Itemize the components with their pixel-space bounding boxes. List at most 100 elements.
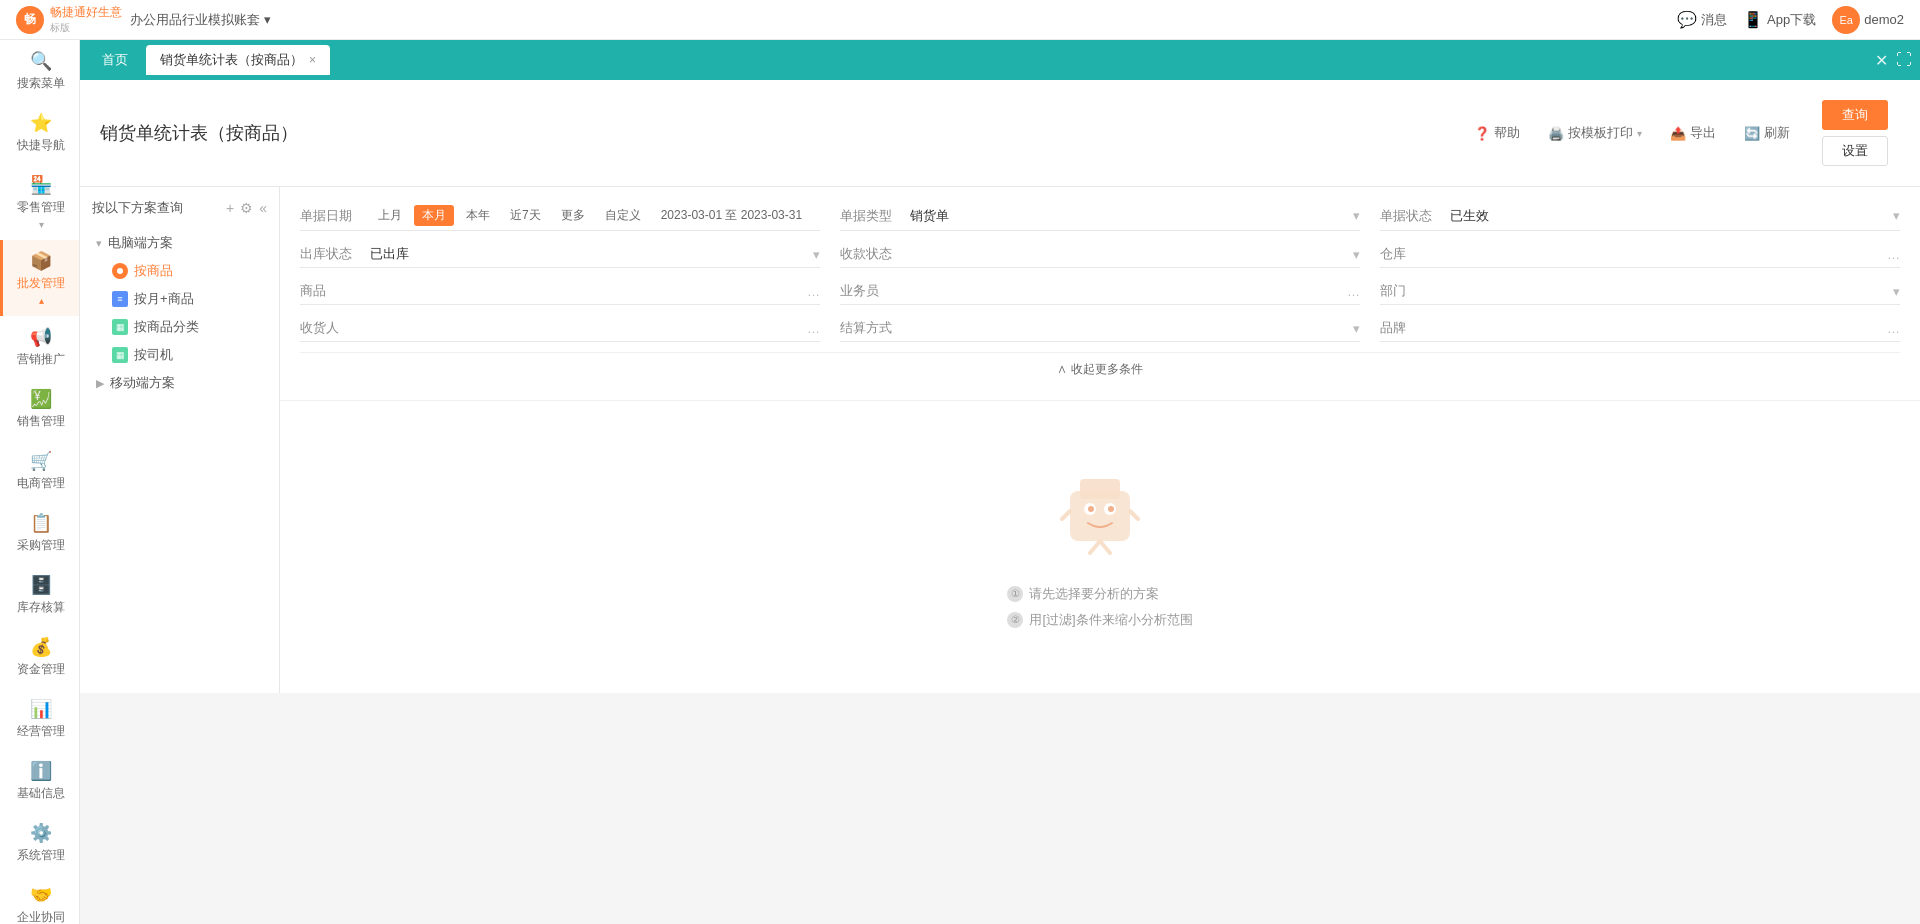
brand-dots: … (1887, 321, 1900, 336)
payment-status-field: 收款状态 ▾ (840, 241, 1360, 268)
payment-status-value[interactable]: ▾ (910, 247, 1360, 262)
page-header: 销货单统计表（按商品） ❓ 帮助 🖨️ 按模板打印 ▾ 📤 导出 (80, 80, 1920, 187)
top-header: 畅 畅捷通好生意 标版 办公用品行业模拟账套 ▾ 💬 消息 📱 App下载 Ea… (0, 0, 1920, 40)
refresh-btn[interactable]: 🔄 刷新 (1736, 120, 1798, 146)
tab-home[interactable]: 首页 (88, 45, 142, 75)
date-tab-more[interactable]: 更多 (553, 205, 593, 226)
header-left: 畅 畅捷通好生意 标版 办公用品行业模拟账套 ▾ (16, 4, 271, 35)
empty-tip-2: ② 用[过滤]条件来缩小分析范围 (1007, 607, 1192, 633)
goods-field: 商品 … (300, 278, 820, 305)
left-panel-header: 按以下方案查询 + ⚙ « (88, 199, 271, 217)
sidebar-item-operations[interactable]: 📊 经营管理 (0, 688, 79, 750)
tip-num-1: ① (1007, 586, 1023, 602)
logo-area: 畅 畅捷通好生意 标版 (16, 4, 122, 35)
svg-line-7 (1100, 541, 1110, 553)
sidebar-item-sales[interactable]: 💹 销售管理 (0, 378, 79, 440)
goods-field-value[interactable]: … (370, 284, 820, 299)
collapse-filters-btn[interactable]: ∧ 收起更多条件 (300, 352, 1900, 386)
message-btn[interactable]: 💬 消息 (1677, 10, 1727, 29)
type-field-value[interactable]: 销货单 ▾ (910, 207, 1360, 225)
maximize-btn[interactable]: ⛶ (1896, 51, 1912, 69)
help-btn[interactable]: ❓ 帮助 (1466, 120, 1528, 146)
brand-field-value[interactable]: … (1450, 321, 1900, 336)
tip-num-2: ② (1007, 612, 1023, 628)
tab-active[interactable]: 销货单统计表（按商品） × (146, 45, 330, 75)
svg-line-6 (1090, 541, 1100, 553)
date-tab-thismonth[interactable]: 本月 (414, 205, 454, 226)
sidebar-item-ecommerce[interactable]: 🛒 电商管理 (0, 440, 79, 502)
payment-method-field: 结算方式 ▾ (840, 315, 1360, 342)
sidebar-item-cooperation[interactable]: 🤝 企业协同 (0, 874, 79, 924)
query-btn-area: 查询 设置 (1810, 92, 1900, 174)
tree-item-by-driver[interactable]: ▦ 按司机 (88, 341, 271, 369)
filter-row-2: 出库状态 已出库 ▾ 收款状态 (300, 241, 1900, 268)
tab-bar-right: ✕ ⛶ (1875, 51, 1912, 70)
tree-pc-section[interactable]: ▾ 电脑端方案 (88, 229, 271, 257)
svg-line-8 (1062, 511, 1070, 519)
dept-field-value[interactable]: ▾ (1450, 284, 1900, 299)
active-item-icon (112, 263, 128, 279)
tree-mobile-section[interactable]: ▶ 移动端方案 (88, 369, 271, 397)
sidebar-item-marketing[interactable]: 📢 营销推广 (0, 316, 79, 378)
tree-item-by-goods[interactable]: 按商品 (88, 257, 271, 285)
tree-item-by-category[interactable]: ▦ 按商品分类 (88, 313, 271, 341)
print-btn[interactable]: 🖨️ 按模板打印 ▾ (1540, 120, 1650, 146)
sidebar-item-finance[interactable]: 💰 资金管理 (0, 626, 79, 688)
warehouse-field-value[interactable]: … (1450, 247, 1900, 262)
sales-icon: 💹 (30, 388, 52, 410)
sidebar-item-quicknav[interactable]: ⭐ 快捷导航 (0, 102, 79, 164)
system-icon: ⚙️ (30, 822, 52, 844)
receiver-dots: … (807, 321, 820, 336)
sidebar-item-basic[interactable]: ℹ️ 基础信息 (0, 750, 79, 812)
main-layout: 🔍 搜索菜单 ⭐ 快捷导航 🏪 零售管理 ▾ 📦 批发管理 ▴ 📢 营销推广 💹… (0, 40, 1920, 924)
sidebar-item-purchase[interactable]: 📋 采购管理 (0, 502, 79, 564)
collapse-panel-btn[interactable]: « (259, 200, 267, 216)
logo-text: 畅捷通好生意 标版 (50, 4, 122, 35)
staff-dots: … (1347, 284, 1360, 299)
sidebar-item-search[interactable]: 🔍 搜索菜单 (0, 40, 79, 102)
sidebar-item-inventory[interactable]: 🗄️ 库存核算 (0, 564, 79, 626)
date-tab-custom[interactable]: 自定义 (597, 205, 649, 226)
search-icon: 🔍 (30, 50, 52, 72)
date-tab-7days[interactable]: 近7天 (502, 205, 549, 226)
tree-item-by-month-goods[interactable]: ≡ 按月+商品 (88, 285, 271, 313)
sidebar-item-retail[interactable]: 🏪 零售管理 ▾ (0, 164, 79, 240)
date-tab-lastmonth[interactable]: 上月 (370, 205, 410, 226)
scheme-settings-btn[interactable]: ⚙ (240, 200, 253, 216)
user-profile[interactable]: Ea demo2 (1832, 6, 1904, 34)
svg-point-5 (1108, 506, 1114, 512)
chevron-right-icon: ▶ (96, 377, 104, 390)
sidebar-item-wholesale[interactable]: 📦 批发管理 ▴ (0, 240, 79, 316)
payment-method-arrow-icon: ▾ (1353, 321, 1360, 336)
user-avatar: Ea (1832, 6, 1860, 34)
date-tabs: 上月 本月 本年 近7天 更多 自定义 (370, 205, 649, 226)
empty-state: ① 请先选择要分析的方案 ② 用[过滤]条件来缩小分析范围 (280, 401, 1920, 693)
staff-field-value[interactable]: … (910, 284, 1360, 299)
payment-arrow-icon: ▾ (1353, 247, 1360, 262)
cooperation-icon: 🤝 (30, 884, 52, 906)
goods-dots: … (807, 284, 820, 299)
svg-point-4 (1088, 506, 1094, 512)
status-field-value[interactable]: 已生效 ▾ (1450, 207, 1900, 225)
filter-row-3: 商品 … 业务员 … (300, 278, 1900, 305)
tab-close-btn[interactable]: × (309, 54, 316, 66)
delivery-field-value[interactable]: 已出库 ▾ (370, 245, 820, 263)
marketing-icon: 📢 (30, 326, 52, 348)
export-btn[interactable]: 📤 导出 (1662, 120, 1724, 146)
receiver-field: 收货人 … (300, 315, 820, 342)
add-scheme-btn[interactable]: + (226, 200, 234, 216)
content-area: 首页 销货单统计表（按商品） × ✕ ⛶ 销货单统计表（按商品） ❓ 帮助 (80, 40, 1920, 924)
date-tab-thisyear[interactable]: 本年 (458, 205, 498, 226)
retail-icon: 🏪 (30, 174, 52, 196)
receiver-field-value[interactable]: … (370, 321, 820, 336)
sidebar-item-system[interactable]: ⚙️ 系统管理 (0, 812, 79, 874)
company-selector[interactable]: 办公用品行业模拟账套 ▾ (130, 11, 271, 29)
settings-btn[interactable]: 设置 (1822, 136, 1888, 166)
app-download-btn[interactable]: 📱 App下载 (1743, 10, 1816, 29)
query-btn[interactable]: 查询 (1822, 100, 1888, 130)
wholesale-icon: 📦 (30, 250, 52, 272)
minimize-btn[interactable]: ✕ (1875, 51, 1888, 70)
status-field: 单据状态 已生效 ▾ (1380, 201, 1900, 231)
payment-method-value[interactable]: ▾ (910, 321, 1360, 336)
header-right: 💬 消息 📱 App下载 Ea demo2 (1677, 6, 1904, 34)
